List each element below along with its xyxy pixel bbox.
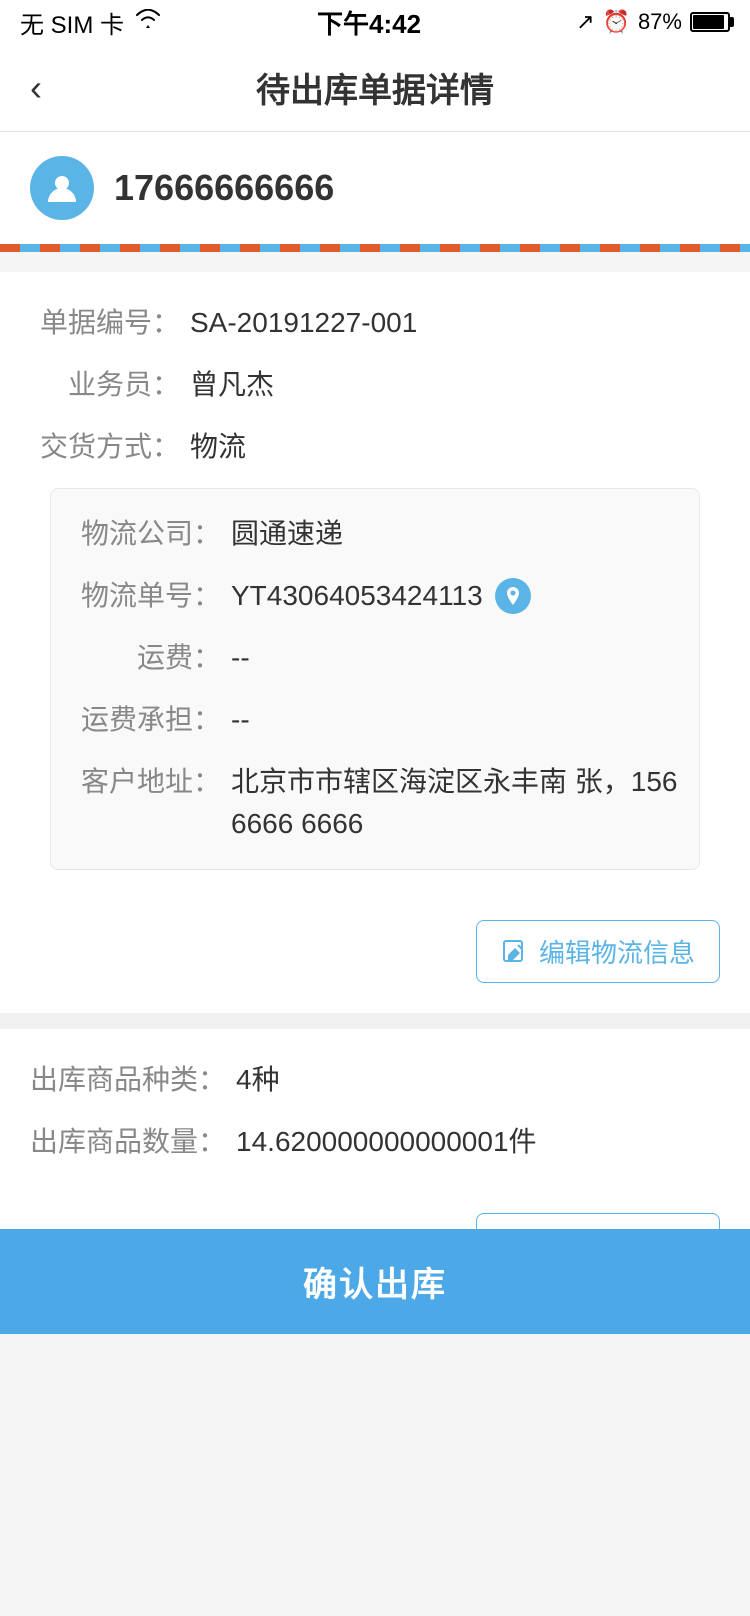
logistics-company-value: 圆通速递 <box>231 513 679 555</box>
address-row: 客户地址： 北京市市辖区海淀区永丰南 张，156 6666 6666 <box>71 761 679 845</box>
order-info-section: 单据编号： SA-20191227-001 业务员： 曾凡杰 交货方式： 物流 … <box>0 272 750 900</box>
section-divider <box>0 1013 750 1029</box>
order-number-row: 单据编号： SA-20191227-001 <box>30 302 720 344</box>
freight-row: 运费： -- <box>71 637 679 679</box>
back-button[interactable]: ‹ <box>30 67 42 109</box>
freight-label: 运费： <box>71 637 231 679</box>
page-title: 待出库单据详情 <box>256 63 494 112</box>
tracking-link-icon[interactable] <box>495 578 531 614</box>
order-number-label: 单据编号： <box>30 302 190 344</box>
location-pin-icon <box>503 586 523 606</box>
freight-value: -- <box>231 637 679 679</box>
product-type-row: 出库商品种类： 4种 <box>30 1059 720 1101</box>
confirm-btn-text: 确认出库 <box>303 1266 447 1304</box>
nav-bar: ‹ 待出库单据详情 <box>0 44 750 132</box>
tracking-row: 物流单号： YT43064053424113 <box>71 575 679 617</box>
battery-fill <box>693 15 724 29</box>
salesman-row: 业务员： 曾凡杰 <box>30 364 720 406</box>
confirm-btn-area[interactable]: 确认出库 <box>0 1229 750 1334</box>
carrier-text: 无 SIM 卡 <box>20 5 124 40</box>
avatar <box>30 156 94 220</box>
content-spacer <box>0 1306 750 1506</box>
freight-bear-label: 运费承担： <box>71 699 231 741</box>
product-quantity-row: 出库商品数量： 14.620000000000001件 <box>30 1121 720 1163</box>
delivery-value: 物流 <box>190 426 720 468</box>
address-value: 北京市市辖区海淀区永丰南 张，156 6666 6666 <box>231 761 679 845</box>
logistics-company-label: 物流公司： <box>71 513 231 555</box>
time-text: 下午4:42 <box>317 4 421 41</box>
logistics-card: 物流公司： 圆通速递 物流单号： YT43064053424113 运费： -- <box>50 488 700 870</box>
customer-header: 17666666666 <box>0 132 750 244</box>
freight-bear-row: 运费承担： -- <box>71 699 679 741</box>
status-right: ↗ ⏰ 87% <box>576 9 730 35</box>
battery-icon <box>690 12 730 32</box>
delivery-row: 交货方式： 物流 <box>30 426 720 468</box>
product-quantity-value: 14.620000000000001件 <box>236 1121 720 1163</box>
alarm-icon: ⏰ <box>603 9 630 35</box>
freight-bear-value: -- <box>231 699 679 741</box>
product-section: 出库商品种类： 4种 出库商品数量： 14.620000000000001件 <box>0 1029 750 1193</box>
tracking-value: YT43064053424113 <box>231 575 679 617</box>
status-left: 无 SIM 卡 <box>20 5 162 40</box>
edit-logistics-label: 编辑物流信息 <box>539 933 695 970</box>
edit-icon <box>501 938 529 966</box>
status-bar: 无 SIM 卡 下午4:42 ↗ ⏰ 87% <box>0 0 750 44</box>
salesman-value: 曾凡杰 <box>190 364 720 406</box>
person-icon <box>44 170 80 206</box>
edit-btn-container: 编辑物流信息 <box>0 900 750 1013</box>
order-number-value: SA-20191227-001 <box>190 302 720 344</box>
tracking-label: 物流单号： <box>71 575 231 617</box>
delivery-label: 交货方式： <box>30 426 190 468</box>
location-icon: ↗ <box>576 9 594 35</box>
dashed-separator <box>0 244 750 252</box>
wifi-icon <box>134 8 162 36</box>
product-type-value: 4种 <box>236 1059 720 1101</box>
edit-logistics-button[interactable]: 编辑物流信息 <box>476 920 720 983</box>
product-quantity-label: 出库商品数量： <box>30 1121 236 1163</box>
address-label: 客户地址： <box>71 761 231 803</box>
logistics-company-row: 物流公司： 圆通速递 <box>71 513 679 555</box>
product-type-label: 出库商品种类： <box>30 1059 236 1101</box>
salesman-label: 业务员： <box>30 364 190 406</box>
battery-percent: 87% <box>638 9 682 35</box>
customer-phone: 17666666666 <box>114 167 334 209</box>
